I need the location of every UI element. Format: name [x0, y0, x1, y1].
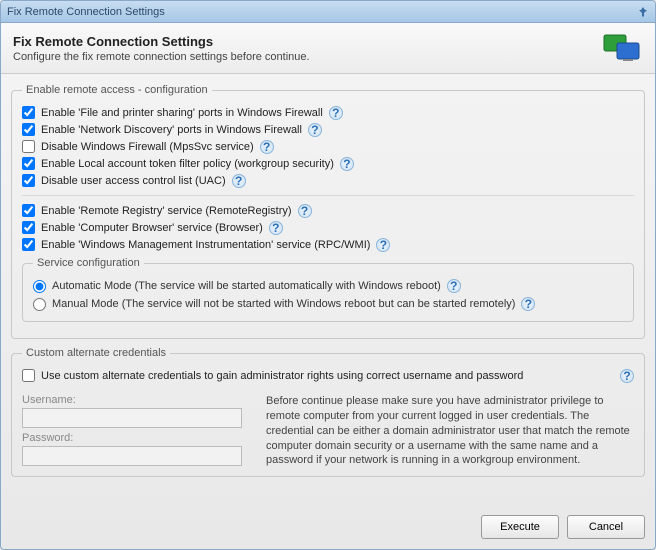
option-row: Enable 'Windows Management Instrumentati… [22, 236, 634, 253]
option-label: Enable 'File and printer sharing' ports … [41, 107, 323, 119]
window: Fix Remote Connection Settings Fix Remot… [0, 0, 656, 550]
page-title: Fix Remote Connection Settings [13, 34, 310, 49]
option-label: Enable Local account token filter policy… [41, 158, 334, 170]
header-text: Fix Remote Connection Settings Configure… [13, 34, 310, 63]
option-checkbox[interactable] [22, 238, 35, 251]
group-credentials: Custom alternate credentials Use custom … [11, 347, 645, 477]
checkbox-use-alt-creds[interactable] [22, 369, 35, 382]
option-checkbox[interactable] [22, 174, 35, 187]
option-checkbox[interactable] [22, 204, 35, 217]
option-label: Enable 'Windows Management Instrumentati… [41, 239, 370, 251]
option-row: Enable 'Network Discovery' ports in Wind… [22, 121, 634, 138]
page-subtitle: Configure the fix remote connection sett… [13, 51, 310, 63]
window-title: Fix Remote Connection Settings [7, 6, 165, 18]
option-label: Enable 'Network Discovery' ports in Wind… [41, 124, 302, 136]
help-icon[interactable] [329, 106, 343, 120]
option-row: Disable user access control list (UAC) [22, 172, 634, 189]
option-row: Disable Windows Firewall (MpsSvc service… [22, 138, 634, 155]
checkbox-use-alt-creds-label: Use custom alternate credentials to gain… [41, 370, 523, 382]
help-icon[interactable] [447, 279, 461, 293]
help-icon[interactable] [260, 140, 274, 154]
group-service-config-legend: Service configuration [33, 257, 144, 269]
option-checkbox[interactable] [22, 221, 35, 234]
option-label: Disable user access control list (UAC) [41, 175, 226, 187]
option-label: Enable 'Computer Browser' service (Brows… [41, 222, 263, 234]
option-row: Enable Local account token filter policy… [22, 155, 634, 172]
help-icon[interactable] [298, 204, 312, 218]
group-remote-access-legend: Enable remote access - configuration [22, 84, 212, 96]
option-label: Disable Windows Firewall (MpsSvc service… [41, 141, 254, 153]
password-label: Password: [22, 432, 252, 444]
help-icon[interactable] [620, 369, 634, 383]
option-checkbox[interactable] [22, 157, 35, 170]
header-panel: Fix Remote Connection Settings Configure… [1, 23, 655, 74]
username-label: Username: [22, 394, 252, 406]
footer: Execute Cancel [1, 509, 655, 549]
dialog-body: Enable remote access - configuration Ena… [1, 74, 655, 509]
group-service-config: Service configuration Automatic Mode (Th… [22, 257, 634, 322]
group-remote-access: Enable remote access - configuration Ena… [11, 84, 645, 339]
help-icon[interactable] [340, 157, 354, 171]
option-row: Enable 'Remote Registry' service (Remote… [22, 202, 634, 219]
option-checkbox[interactable] [22, 140, 35, 153]
help-icon[interactable] [269, 221, 283, 235]
option-row: Enable 'File and printer sharing' ports … [22, 104, 634, 121]
titlebar: Fix Remote Connection Settings [1, 1, 655, 23]
help-icon[interactable] [521, 297, 535, 311]
radio-manual-mode[interactable] [33, 298, 46, 311]
radio-automatic-label: Automatic Mode (The service will be star… [52, 280, 441, 292]
option-label: Enable 'Remote Registry' service (Remote… [41, 205, 292, 217]
radio-manual-label: Manual Mode (The service will not be sta… [52, 298, 515, 310]
group-credentials-legend: Custom alternate credentials [22, 347, 170, 359]
monitors-icon [603, 31, 643, 65]
help-icon[interactable] [308, 123, 322, 137]
help-icon[interactable] [376, 238, 390, 252]
cancel-button[interactable]: Cancel [567, 515, 645, 539]
help-icon[interactable] [232, 174, 246, 188]
credentials-inputs: Username: Password: [22, 390, 252, 468]
password-field[interactable] [22, 446, 242, 466]
option-checkbox[interactable] [22, 106, 35, 119]
option-row: Enable 'Computer Browser' service (Brows… [22, 219, 634, 236]
pin-icon[interactable] [637, 6, 649, 18]
credentials-note: Before continue please make sure you hav… [266, 390, 634, 468]
divider [22, 195, 634, 196]
execute-button[interactable]: Execute [481, 515, 559, 539]
option-checkbox[interactable] [22, 123, 35, 136]
username-field[interactable] [22, 408, 242, 428]
radio-automatic-mode[interactable] [33, 280, 46, 293]
